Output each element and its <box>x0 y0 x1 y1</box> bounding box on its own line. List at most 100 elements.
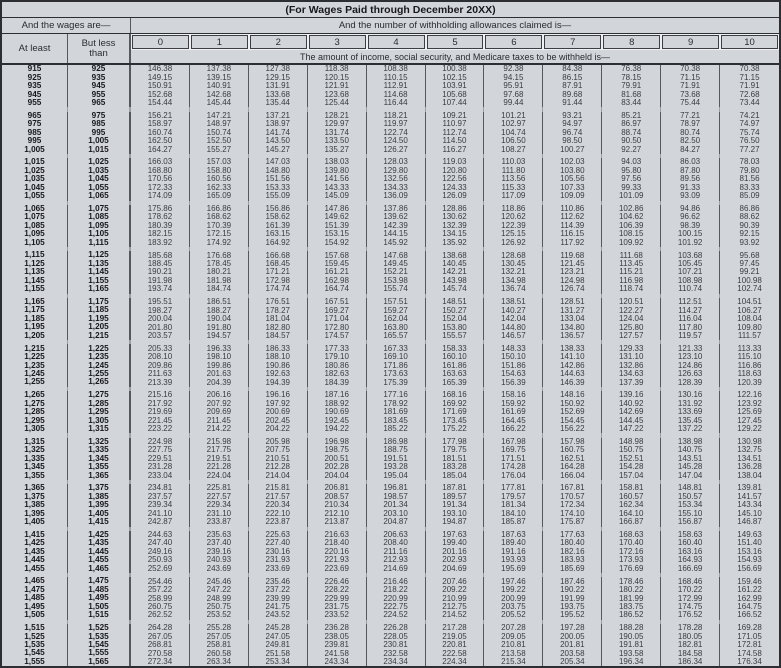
allowance-header-area: 0 1 2 3 4 5 6 7 8 9 10 The amount of income, socia… <box>131 34 779 63</box>
withholding-value-cell: 193.74 <box>131 285 190 294</box>
withholding-value-cell: 166.52 <box>737 610 762 620</box>
withholding-value-cell: 184.39 <box>308 378 367 387</box>
table-row: 1,405 1,415 242.87 233.87 223.87 213.87 … <box>2 517 779 527</box>
column-header-band: At least But less than 0 1 2 3 4 5 6 7 8 9 10 The … <box>2 34 779 65</box>
withholding-value-cell: 126.92 <box>484 238 544 248</box>
withholding-value-cell: 137.22 <box>661 424 721 434</box>
table-row: 1,255 1,265 213.39 204.39 194.39 184.39 … <box>2 378 779 387</box>
withholding-value-cell: 102.74 <box>737 284 762 294</box>
withholding-value-cell: 203.57 <box>131 331 190 341</box>
table-row: 1,355 1,365 233.04 224.04 214.04 204.04 … <box>2 470 779 480</box>
wage-at-least-cell: 955 <box>2 98 68 108</box>
withholding-value-cell: 138.04 <box>737 470 762 480</box>
withholding-value-cell: 176.69 <box>602 564 662 574</box>
withholding-value-cell: 214.69 <box>367 564 426 574</box>
withholding-value-cell: 110.74 <box>661 285 721 294</box>
withholding-value-cell: 184.74 <box>190 285 249 294</box>
withholding-value-cell: 233.04 <box>131 471 190 480</box>
wage-at-least-cell: 1,505 <box>2 611 68 620</box>
wage-but-less-cell: 1,415 <box>68 517 131 527</box>
withholding-value-cell: 77.27 <box>739 144 760 154</box>
withholding-value-cell: 223.22 <box>131 424 190 434</box>
withholding-value-cell: 119.57 <box>661 331 721 341</box>
withholding-value-cell: 116.27 <box>426 145 485 154</box>
withholding-value-cell: 155.09 <box>249 192 308 201</box>
withholding-value-cell: 99.44 <box>484 98 544 108</box>
withholding-value-cell: 126.74 <box>543 285 603 294</box>
table-row: 1,155 1,165 193.74 184.74 174.74 164.74 … <box>2 284 779 294</box>
withholding-value-cell: 166.87 <box>602 518 662 527</box>
withholding-value-cell: 166.04 <box>543 471 603 480</box>
withholding-value-cell: 243.69 <box>190 564 249 574</box>
allowance-number-row: 0 1 2 3 4 5 6 7 8 9 10 <box>131 34 779 50</box>
allowance-column-header: 0 <box>132 35 189 49</box>
withholding-value-cell: 262.52 <box>131 611 190 620</box>
withholding-value-cell: 224.34 <box>426 657 485 666</box>
allowance-column-header: 10 <box>721 35 778 49</box>
withholding-value-cell: 233.87 <box>190 518 249 527</box>
withholding-value-cell: 93.92 <box>739 237 760 247</box>
withholding-value-cell: 108.27 <box>484 145 544 154</box>
withholding-value-cell: 194.87 <box>426 518 485 527</box>
but-less-than-header: But less than <box>68 34 131 63</box>
wage-at-least-cell: 1,105 <box>2 238 68 248</box>
withholding-value-cell: 224.52 <box>367 611 426 620</box>
withholding-value-cell: 223.69 <box>308 564 367 574</box>
wage-but-less-cell: 965 <box>68 98 131 108</box>
withholding-value-cell: 126.09 <box>426 192 485 201</box>
withholding-value-cell: 147.22 <box>602 424 662 434</box>
withholding-value-cell: 174.57 <box>308 331 367 341</box>
wage-at-least-cell: 1,305 <box>2 424 68 434</box>
withholding-value-cell: 234.34 <box>367 657 426 666</box>
withholding-value-cell: 195.52 <box>543 611 603 620</box>
withholding-value-cell: 155.57 <box>426 331 485 341</box>
withholding-value-cell: 186.34 <box>661 657 721 666</box>
allowances-claimed-label: And the number of withholding allowances… <box>338 20 572 31</box>
withholding-value-cell: 214.04 <box>249 471 308 480</box>
withholding-value-cell: 154.92 <box>308 238 367 248</box>
withholding-value-cell: 125.44 <box>308 98 367 108</box>
table-row: 1,105 1,115 183.92 174.92 164.92 154.92 … <box>2 237 779 248</box>
withholding-value-cell: 243.52 <box>249 611 308 620</box>
amount-withheld-label: The amount of income, social security, a… <box>300 51 610 62</box>
withholding-value-cell: 101.09 <box>602 192 662 201</box>
withholding-value-cell: 185.69 <box>543 564 603 574</box>
table-row: 1,205 1,215 203.57 194.57 184.57 174.57 … <box>2 331 779 341</box>
wage-at-least-cell: 1,155 <box>2 284 68 294</box>
withholding-value-cell: 186.52 <box>602 611 662 620</box>
withholding-value-cell: 204.39 <box>190 378 249 387</box>
withholding-value-cell: 136.74 <box>484 285 544 294</box>
withholding-value-cell: 272.34 <box>131 657 190 666</box>
withholding-value-cell: 136.57 <box>543 331 603 341</box>
table-row: 1,505 1,515 262.52 253.52 243.52 233.52 … <box>2 610 779 620</box>
wage-but-less-cell: 1,065 <box>68 191 131 201</box>
withholding-value-cell: 109.09 <box>543 192 603 201</box>
withholding-value-cell: 204.69 <box>426 564 485 574</box>
withholding-value-cell: 156.39 <box>484 378 544 387</box>
withholding-value-cell: 83.44 <box>602 98 662 108</box>
withholding-value-cell: 164.74 <box>308 285 367 294</box>
withholding-value-cell: 204.04 <box>308 471 367 480</box>
withholding-value-cell: 109.92 <box>602 238 662 248</box>
wage-at-least-cell: 1,405 <box>2 517 68 527</box>
withholding-value-cell: 204.22 <box>249 424 308 434</box>
withholding-value-cell: 126.27 <box>367 145 426 154</box>
allowance-column-header: 1 <box>190 35 248 49</box>
allowance-column-header: 5 <box>426 35 484 49</box>
withholding-value-cell: 213.39 <box>131 378 190 387</box>
withholding-value-cell: 101.92 <box>661 238 721 248</box>
allowance-column-header: 6 <box>485 35 543 49</box>
wage-but-less-cell: 1,515 <box>68 611 131 620</box>
wage-but-less-cell: 1,015 <box>68 145 131 154</box>
withholding-value-cell: 116.44 <box>367 98 426 108</box>
allowance-column-header: 4 <box>367 35 425 49</box>
withholding-value-cell: 146.57 <box>484 331 544 341</box>
withholding-value-cell: 165.57 <box>367 331 426 341</box>
withholding-value-cell: 118.74 <box>602 285 662 294</box>
withholding-value-cell: 165.39 <box>426 378 485 387</box>
wage-at-least-cell: 1,005 <box>2 145 68 154</box>
withholding-value-cell: 175.22 <box>426 424 485 434</box>
at-least-header: At least <box>2 34 68 63</box>
table-row: 1,055 1,065 174.09 165.09 155.09 145.09 … <box>2 191 779 201</box>
table-row: 955 965 154.44 145.44 135.44 125.44 116.… <box>2 98 779 108</box>
